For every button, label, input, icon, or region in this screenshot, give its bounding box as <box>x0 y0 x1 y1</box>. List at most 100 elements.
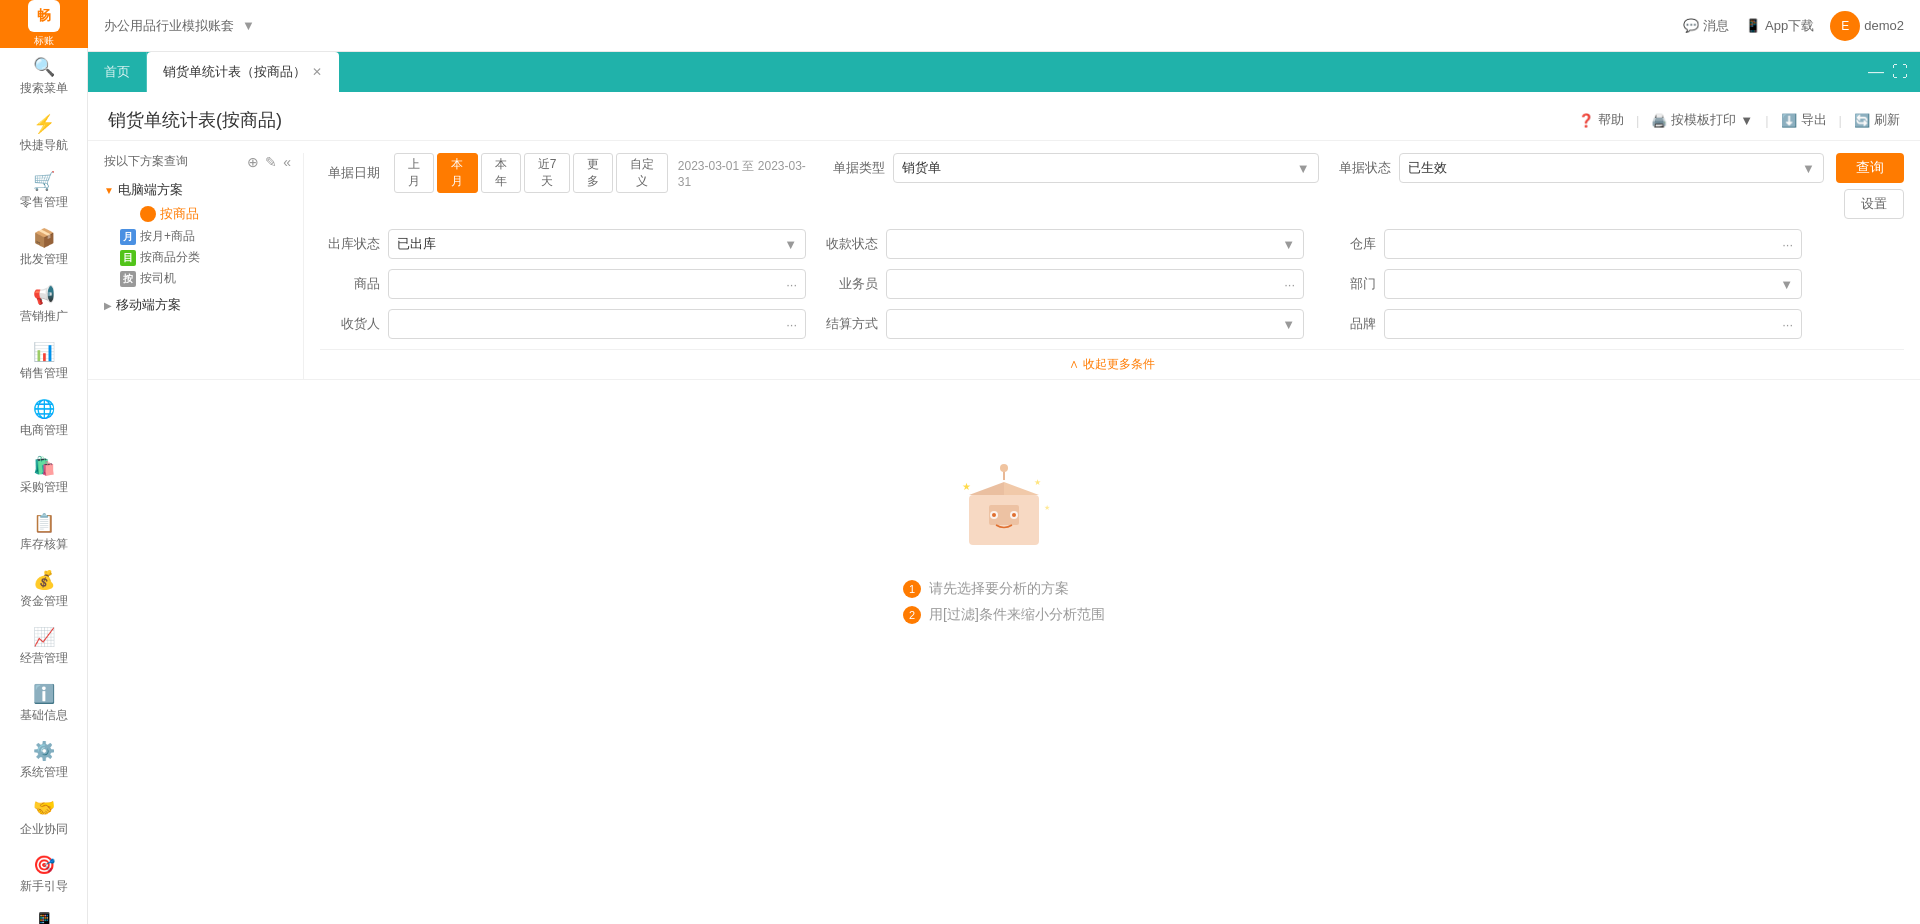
sidebar-item-quick-nav[interactable]: ⚡快捷导航 <box>20 105 68 162</box>
date-btn-custom[interactable]: 自定义 <box>616 153 667 193</box>
doc-status-select[interactable]: 已生效 ▼ <box>1399 153 1824 183</box>
print-label: 按模板打印 <box>1671 111 1736 129</box>
print-btn[interactable]: 🖨️ 按模板打印 ▼ <box>1651 111 1753 129</box>
sidebar-item-search[interactable]: 🔍搜索菜单 <box>20 48 68 105</box>
date-label: 单据日期 <box>320 164 380 182</box>
tab-home-label: 首页 <box>104 63 130 81</box>
department-label: 部门 <box>1316 275 1376 293</box>
sidebar-icon-finance: 💰 <box>33 569 55 591</box>
sidebar-item-sales[interactable]: 📊销售管理 <box>20 333 68 390</box>
sidebar-label-enterprise: 企业协同 <box>20 821 68 838</box>
app-download-btn[interactable]: 📱 App下载 <box>1745 17 1814 35</box>
help-icon: ❓ <box>1578 113 1594 128</box>
filter-group-pc-header[interactable]: ▼ 电脑端方案 <box>104 178 291 202</box>
export-btn[interactable]: ⬇️ 导出 <box>1781 111 1827 129</box>
svg-text:★: ★ <box>962 481 971 492</box>
date-btn-this-month[interactable]: 本月 <box>437 153 477 193</box>
doc-status-field: 单据状态 已生效 ▼ <box>1331 153 1824 183</box>
brand-input[interactable]: ··· <box>1384 309 1802 339</box>
tab-sales-stats-label: 销货单统计表（按商品） <box>163 63 306 81</box>
scheme-by-goods[interactable]: 按商品 <box>120 202 291 226</box>
message-btn[interactable]: 💬 消息 <box>1683 17 1729 35</box>
sidebar-item-appcenter[interactable]: 📱应用中心 <box>20 903 68 924</box>
tabbar: 首页 销货单统计表（按商品） ✕ — ⛶ <box>88 52 1920 92</box>
sidebar-item-operation[interactable]: 📈经营管理 <box>20 618 68 675</box>
date-btn-this-year[interactable]: 本年 <box>481 153 521 193</box>
tip1-num: 1 <box>903 580 921 598</box>
industry-dropdown-icon[interactable]: ▼ <box>242 18 255 33</box>
tab-home[interactable]: 首页 <box>88 52 147 92</box>
main-area: 办公用品行业模拟账套 ▼ 💬 消息 📱 App下载 E demo2 首页 <box>88 0 1920 924</box>
empty-state: ★ ★ ★ 1 请先选择要分析的方案 2 用[过滤]条件来缩小分析范围 <box>88 380 1920 684</box>
warehouse-dots: ··· <box>1782 237 1793 252</box>
scheme-goods-label: 按商品 <box>160 205 199 223</box>
sidebar-label-purchase: 采购管理 <box>20 479 68 496</box>
sidebar-item-stock[interactable]: 📋库存核算 <box>20 504 68 561</box>
sidebar-icon-quick-nav: ⚡ <box>33 113 55 135</box>
help-btn[interactable]: ❓ 帮助 <box>1578 111 1624 129</box>
department-arrow-icon: ▼ <box>1780 277 1793 292</box>
warehouse-input[interactable]: ··· <box>1384 229 1802 259</box>
sidebar-item-enterprise[interactable]: 🤝企业协同 <box>20 789 68 846</box>
filter-sidebar-header: 按以下方案查询 ⊕ ✎ « <box>104 153 291 170</box>
tab-minimize-btn[interactable]: — <box>1868 63 1884 81</box>
filter-group-mobile-header[interactable]: ▶ 移动端方案 <box>104 293 291 317</box>
sidebar-item-ecommerce[interactable]: 🌐电商管理 <box>20 390 68 447</box>
scheme-by-driver[interactable]: 按 按司机 <box>120 268 291 289</box>
collapse-more-btn[interactable]: ∧ 收起更多条件 <box>320 349 1904 379</box>
topbar-left: 办公用品行业模拟账套 ▼ <box>104 17 255 35</box>
sidebar-item-newbie[interactable]: 🎯新手引导 <box>20 846 68 903</box>
warehouse-field: 仓库 ··· <box>1316 229 1802 259</box>
tab-close-btn[interactable]: ✕ <box>312 65 322 79</box>
edit-scheme-btn[interactable]: ✎ <box>265 154 277 170</box>
date-btn-7days[interactable]: 近7天 <box>524 153 570 193</box>
filter-group-mobile: ▶ 移动端方案 <box>104 293 291 317</box>
consignee-input[interactable]: ··· <box>388 309 806 339</box>
refresh-btn[interactable]: 🔄 刷新 <box>1854 111 1900 129</box>
scheme-by-goods-category[interactable]: 目 按商品分类 <box>120 247 291 268</box>
salesperson-dots: ··· <box>1284 277 1295 292</box>
sidebar-item-basic[interactable]: ℹ️基础信息 <box>20 675 68 732</box>
sidebar-item-purchase[interactable]: 🛍️采购管理 <box>20 447 68 504</box>
filter-row-4: 收货人 ··· 结算方式 ▼ 品牌 <box>320 309 1904 339</box>
sidebar-icon-ecommerce: 🌐 <box>33 398 55 420</box>
tab-maximize-btn[interactable]: ⛶ <box>1892 63 1908 81</box>
add-scheme-btn[interactable]: ⊕ <box>247 154 259 170</box>
department-select[interactable]: ▼ <box>1384 269 1802 299</box>
user-menu[interactable]: E demo2 <box>1830 11 1904 41</box>
logo-char: 畅 <box>37 7 51 25</box>
sidebar-item-finance[interactable]: 💰资金管理 <box>20 561 68 618</box>
doc-status-value: 已生效 <box>1408 159 1447 177</box>
collapse-scheme-btn[interactable]: « <box>283 154 291 170</box>
sidebar: 畅 标账 🔍搜索菜单⚡快捷导航🛒零售管理📦批发管理📢营销推广📊销售管理🌐电商管理… <box>0 0 88 924</box>
sidebar-item-marketing[interactable]: 📢营销推广 <box>20 276 68 333</box>
out-status-select[interactable]: 已出库 ▼ <box>388 229 806 259</box>
payment-field: 结算方式 ▼ <box>818 309 1304 339</box>
setting-button[interactable]: 设置 <box>1844 189 1904 219</box>
page-actions: ❓ 帮助 | 🖨️ 按模板打印 ▼ | ⬇️ 导出 | 🔄 刷新 <box>1578 111 1900 129</box>
empty-tip-2: 2 用[过滤]条件来缩小分析范围 <box>903 606 1105 624</box>
payment-select[interactable]: ▼ <box>886 309 1304 339</box>
out-status-field: 出库状态 已出库 ▼ <box>320 229 806 259</box>
sidebar-item-wholesale[interactable]: 📦批发管理 <box>20 219 68 276</box>
industry-label: 办公用品行业模拟账套 <box>104 17 234 35</box>
sidebar-label-stock: 库存核算 <box>20 536 68 553</box>
date-btn-more[interactable]: 更多 <box>573 153 613 193</box>
doc-type-select[interactable]: 销货单 ▼ <box>893 153 1318 183</box>
tab-sales-stats[interactable]: 销货单统计表（按商品） ✕ <box>147 52 339 92</box>
scheme-driver-label: 按司机 <box>140 270 176 287</box>
sidebar-item-system[interactable]: ⚙️系统管理 <box>20 732 68 789</box>
salesperson-input[interactable]: ··· <box>886 269 1304 299</box>
doc-status-label: 单据状态 <box>1331 159 1391 177</box>
receipt-status-select[interactable]: ▼ <box>886 229 1304 259</box>
scheme-by-month-goods[interactable]: 月 按月+商品 <box>120 226 291 247</box>
date-btn-last-month[interactable]: 上月 <box>394 153 434 193</box>
scheme-icon-goods <box>140 206 156 222</box>
filter-tree-sub-pc: 按商品 月 按月+商品 目 按商品分类 按 <box>104 202 291 289</box>
query-button[interactable]: 查询 <box>1836 153 1904 183</box>
sidebar-icon-basic: ℹ️ <box>33 683 55 705</box>
goods-input[interactable]: ··· <box>388 269 806 299</box>
scheme-icon-driver: 按 <box>120 271 136 287</box>
sidebar-item-retail[interactable]: 🛒零售管理 <box>20 162 68 219</box>
out-status-label: 出库状态 <box>320 235 380 253</box>
